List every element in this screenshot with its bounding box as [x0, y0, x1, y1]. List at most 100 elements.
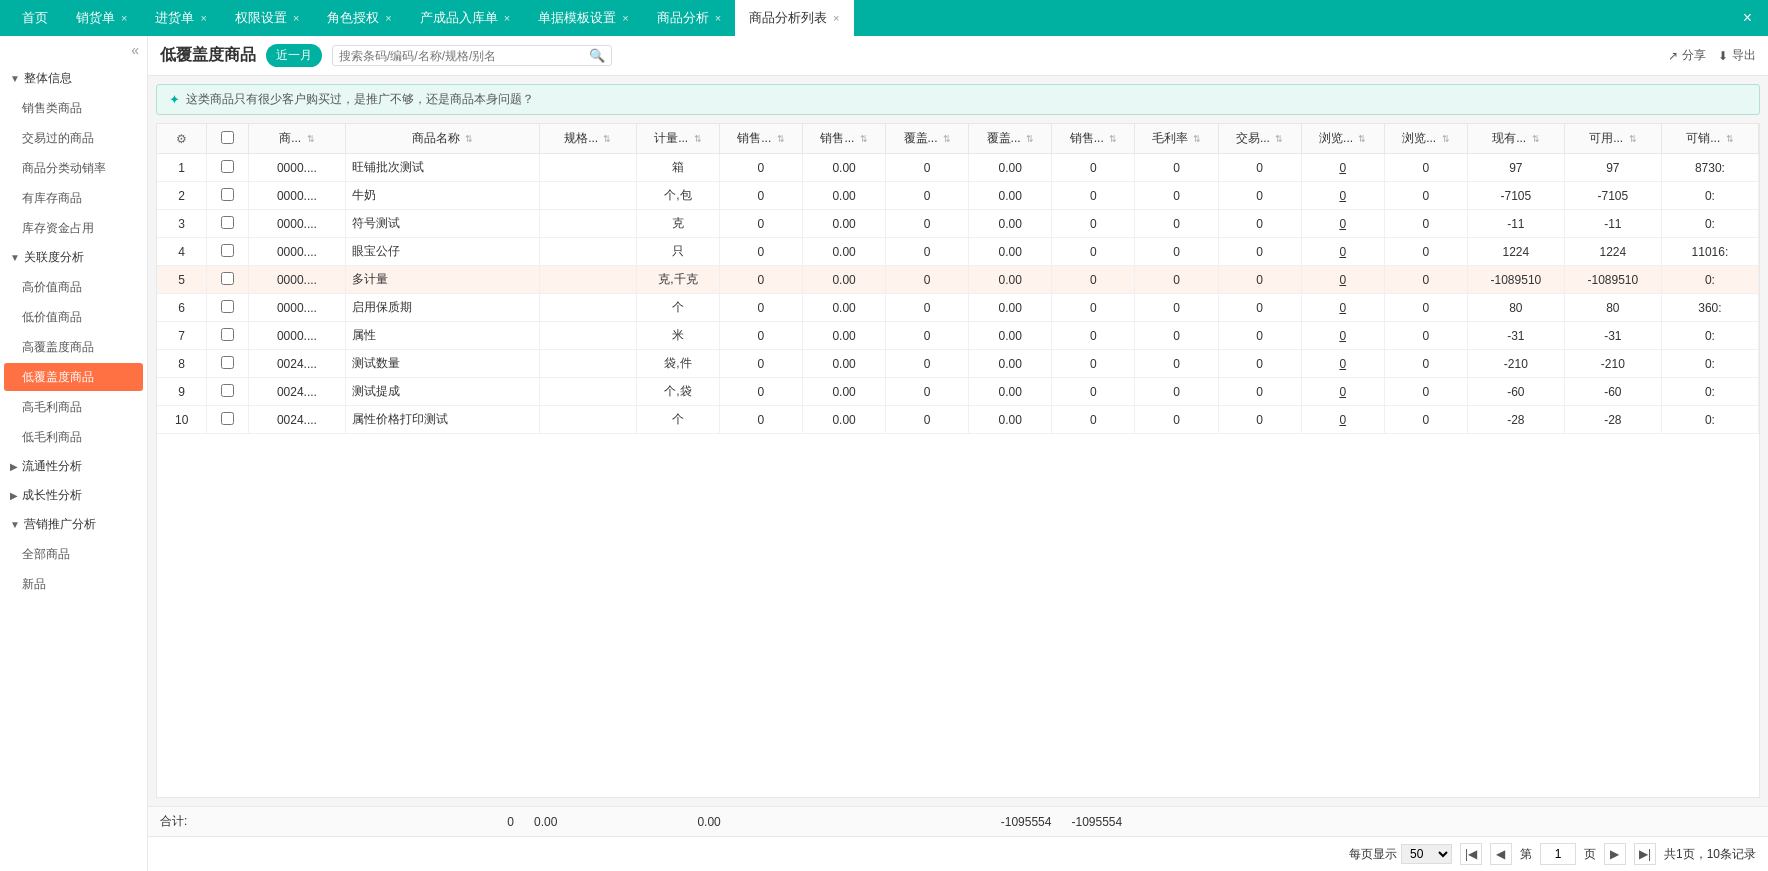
cell-browse1[interactable]: 0	[1301, 154, 1384, 182]
cell-browse1[interactable]: 0	[1301, 294, 1384, 322]
cell-check[interactable]	[207, 406, 249, 434]
row-checkbox[interactable]	[221, 272, 234, 285]
th-sellable[interactable]: 可销... ⇅	[1661, 124, 1758, 154]
cell-name[interactable]: 旺铺批次测试	[345, 154, 539, 182]
tab-home[interactable]: 首页	[8, 0, 62, 36]
first-page-button[interactable]: |◀	[1460, 843, 1482, 865]
cell-browse1[interactable]: 0	[1301, 238, 1384, 266]
cell-check[interactable]	[207, 350, 249, 378]
th-browse2[interactable]: 浏览... ⇅	[1384, 124, 1467, 154]
per-page-select[interactable]: 50 20 100 200	[1401, 844, 1452, 864]
th-avail[interactable]: 可用... ⇅	[1564, 124, 1661, 154]
sidebar-item-high-margin[interactable]: 高毛利商品	[0, 392, 147, 422]
th-cover1[interactable]: 覆盖... ⇅	[886, 124, 969, 154]
cell-check[interactable]	[207, 154, 249, 182]
window-close-button[interactable]: ×	[1735, 9, 1760, 27]
sidebar-item-high-value[interactable]: 高价值商品	[0, 272, 147, 302]
cell-name[interactable]: 多计量	[345, 266, 539, 294]
tab-templates[interactable]: 单据模板设置 ×	[524, 0, 642, 36]
sidebar-group-marketing[interactable]: ▼ 营销推广分析	[0, 510, 147, 539]
sidebar-group-overall[interactable]: ▼ 整体信息	[0, 64, 147, 93]
tab-analysis[interactable]: 商品分析 ×	[643, 0, 735, 36]
prev-page-button[interactable]: ◀	[1490, 843, 1512, 865]
tab-templates-close[interactable]: ×	[622, 12, 628, 24]
cell-name[interactable]: 测试数量	[345, 350, 539, 378]
cell-name[interactable]: 符号测试	[345, 210, 539, 238]
tab-analysis-list[interactable]: 商品分析列表 ×	[735, 0, 853, 36]
th-trade[interactable]: 交易... ⇅	[1218, 124, 1301, 154]
cell-browse1[interactable]: 0	[1301, 210, 1384, 238]
sidebar-group-liquidity[interactable]: ▶ 流通性分析	[0, 452, 147, 481]
th-checkbox[interactable]	[207, 124, 249, 154]
cell-check[interactable]	[207, 238, 249, 266]
tab-sales[interactable]: 销货单 ×	[62, 0, 141, 36]
tab-products[interactable]: 产成品入库单 ×	[406, 0, 524, 36]
sidebar-item-inventory-fund[interactable]: 库存资金占用	[0, 213, 147, 243]
tab-permissions-close[interactable]: ×	[293, 12, 299, 24]
sidebar-item-high-coverage[interactable]: 高覆盖度商品	[0, 332, 147, 362]
row-checkbox[interactable]	[221, 244, 234, 257]
th-settings[interactable]: ⚙	[157, 124, 207, 154]
tab-permissions[interactable]: 权限设置 ×	[221, 0, 313, 36]
settings-icon[interactable]: ⚙	[176, 132, 187, 146]
page-number-input[interactable]	[1540, 843, 1576, 865]
cell-browse1[interactable]: 0	[1301, 182, 1384, 210]
th-cover2[interactable]: 覆盖... ⇅	[969, 124, 1052, 154]
search-input[interactable]	[339, 49, 589, 63]
tab-analysis-close[interactable]: ×	[715, 12, 721, 24]
tab-roles-close[interactable]: ×	[385, 12, 391, 24]
cell-name[interactable]: 启用保质期	[345, 294, 539, 322]
sidebar-item-category-rate[interactable]: 商品分类动销率	[0, 153, 147, 183]
cell-check[interactable]	[207, 182, 249, 210]
cell-browse1[interactable]: 0	[1301, 350, 1384, 378]
cell-name[interactable]: 属性	[345, 322, 539, 350]
tab-purchase-close[interactable]: ×	[200, 12, 206, 24]
cell-browse1[interactable]: 0	[1301, 378, 1384, 406]
row-checkbox[interactable]	[221, 216, 234, 229]
cell-check[interactable]	[207, 294, 249, 322]
row-checkbox[interactable]	[221, 160, 234, 173]
cell-check[interactable]	[207, 266, 249, 294]
tab-purchase[interactable]: 进货单 ×	[141, 0, 220, 36]
th-name[interactable]: 商品名称 ⇅	[345, 124, 539, 154]
th-sale3[interactable]: 销售... ⇅	[1052, 124, 1135, 154]
sidebar-item-stock-goods[interactable]: 有库存商品	[0, 183, 147, 213]
sidebar-item-all-goods[interactable]: 全部商品	[0, 539, 147, 569]
tab-roles[interactable]: 角色授权 ×	[313, 0, 405, 36]
row-checkbox[interactable]	[221, 300, 234, 313]
cell-name[interactable]: 眼宝公仔	[345, 238, 539, 266]
cell-browse1[interactable]: 0	[1301, 406, 1384, 434]
cell-check[interactable]	[207, 322, 249, 350]
row-checkbox[interactable]	[221, 412, 234, 425]
filter-period-button[interactable]: 近一月	[266, 44, 322, 67]
sidebar-item-sales-goods[interactable]: 销售类商品	[0, 93, 147, 123]
row-checkbox[interactable]	[221, 188, 234, 201]
select-all-checkbox[interactable]	[221, 131, 234, 144]
cell-browse1[interactable]: 0	[1301, 266, 1384, 294]
th-current[interactable]: 现有... ⇅	[1467, 124, 1564, 154]
sidebar-collapse-button[interactable]: «	[0, 36, 147, 64]
th-sale2[interactable]: 销售... ⇅	[803, 124, 886, 154]
row-checkbox[interactable]	[221, 384, 234, 397]
sidebar-group-growth[interactable]: ▶ 成长性分析	[0, 481, 147, 510]
sidebar-item-traded-goods[interactable]: 交易过的商品	[0, 123, 147, 153]
next-page-button[interactable]: ▶	[1604, 843, 1626, 865]
cell-name[interactable]: 牛奶	[345, 182, 539, 210]
th-sale1[interactable]: 销售... ⇅	[719, 124, 802, 154]
row-checkbox[interactable]	[221, 356, 234, 369]
cell-name[interactable]: 属性价格打印测试	[345, 406, 539, 434]
th-unit[interactable]: 计量... ⇅	[636, 124, 719, 154]
share-button[interactable]: ↗ 分享	[1668, 47, 1706, 64]
export-button[interactable]: ⬇ 导出	[1718, 47, 1756, 64]
th-gross[interactable]: 毛利率 ⇅	[1135, 124, 1218, 154]
tab-products-close[interactable]: ×	[504, 12, 510, 24]
cell-name[interactable]: 测试提成	[345, 378, 539, 406]
cell-check[interactable]	[207, 210, 249, 238]
cell-check[interactable]	[207, 378, 249, 406]
sidebar-item-low-margin[interactable]: 低毛利商品	[0, 422, 147, 452]
th-code[interactable]: 商... ⇅	[248, 124, 345, 154]
sidebar-item-low-value[interactable]: 低价值商品	[0, 302, 147, 332]
sidebar-group-relevance[interactable]: ▼ 关联度分析	[0, 243, 147, 272]
tab-sales-close[interactable]: ×	[121, 12, 127, 24]
th-spec[interactable]: 规格... ⇅	[539, 124, 636, 154]
